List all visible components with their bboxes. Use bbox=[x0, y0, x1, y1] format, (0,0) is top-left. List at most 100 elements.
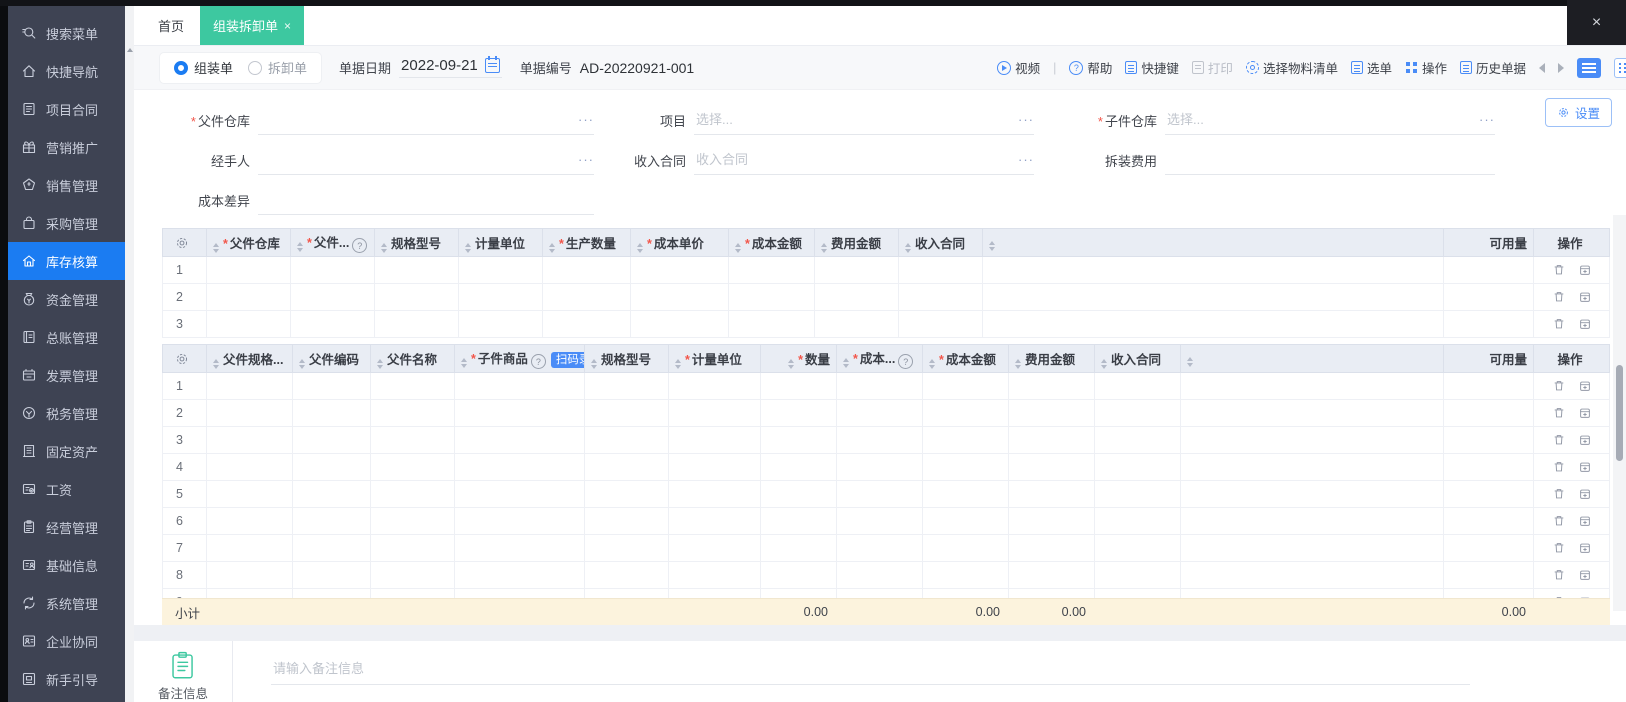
income-contract-input[interactable] bbox=[694, 151, 1014, 168]
grid-cell[interactable] bbox=[1008, 588, 1095, 598]
grid-cell[interactable] bbox=[290, 256, 375, 284]
add-row-icon[interactable] bbox=[1578, 595, 1592, 598]
grid-cell[interactable] bbox=[584, 399, 669, 427]
grid-cell[interactable] bbox=[922, 426, 1009, 454]
grid-cell[interactable] bbox=[584, 426, 669, 454]
grid-cell[interactable] bbox=[836, 480, 923, 508]
sidebar-item-funds[interactable]: 资金管理 bbox=[8, 280, 125, 318]
grid-cell[interactable] bbox=[290, 310, 375, 338]
sidebar-item-search[interactable]: 搜索菜单 bbox=[8, 14, 125, 52]
child-warehouse-input[interactable] bbox=[1165, 111, 1475, 128]
grid-cell[interactable] bbox=[458, 283, 543, 311]
add-row-icon[interactable] bbox=[1578, 263, 1592, 277]
radio-assemble[interactable]: 组装单 bbox=[174, 58, 233, 77]
history-docs-button[interactable]: 历史单据 bbox=[1459, 58, 1526, 77]
delete-icon[interactable] bbox=[1552, 460, 1566, 474]
grid-cell[interactable] bbox=[760, 561, 837, 589]
grid-cell[interactable] bbox=[292, 588, 371, 598]
print-button[interactable]: 打印 bbox=[1191, 58, 1233, 77]
grid-cell[interactable] bbox=[454, 588, 585, 598]
grid-cell[interactable] bbox=[374, 283, 459, 311]
grid-cell[interactable] bbox=[760, 507, 837, 535]
action-menu-button[interactable]: 操作 bbox=[1405, 58, 1447, 77]
grid-cell[interactable] bbox=[292, 480, 371, 508]
sidebar-item-basic-info[interactable]: 基础信息 bbox=[8, 546, 125, 584]
grid-cell[interactable] bbox=[836, 372, 923, 400]
grid-cell[interactable] bbox=[922, 480, 1009, 508]
scan-entry-button[interactable]: 扫码录入 bbox=[550, 351, 584, 368]
grid-cell[interactable] bbox=[630, 283, 729, 311]
delete-icon[interactable] bbox=[1552, 487, 1566, 501]
parent-warehouse-input[interactable] bbox=[258, 111, 574, 128]
hotkey-button[interactable]: 快捷键 bbox=[1125, 58, 1179, 77]
sort-icon[interactable] bbox=[591, 358, 597, 369]
grid-cell[interactable] bbox=[814, 256, 899, 284]
grid-cell[interactable] bbox=[1008, 453, 1095, 481]
grid-cell[interactable] bbox=[292, 507, 371, 535]
grid-cell[interactable] bbox=[760, 453, 837, 481]
grid-cell[interactable] bbox=[668, 426, 761, 454]
grid-cell[interactable] bbox=[370, 399, 455, 427]
grid-cell[interactable] bbox=[454, 507, 585, 535]
grid-cell[interactable] bbox=[206, 372, 293, 400]
sidebar-item-invoice[interactable]: 发票管理 bbox=[8, 356, 125, 394]
delete-icon[interactable] bbox=[1552, 433, 1566, 447]
grid-cell[interactable] bbox=[370, 372, 455, 400]
grid-cell[interactable] bbox=[668, 507, 761, 535]
grid-cell[interactable] bbox=[454, 561, 585, 589]
grid-cell[interactable] bbox=[370, 534, 455, 562]
grid-cell[interactable] bbox=[728, 256, 815, 284]
sort-icon[interactable] bbox=[821, 242, 827, 253]
select-bom-button[interactable]: 选择物料清单 bbox=[1245, 58, 1338, 77]
pick-doc-button[interactable]: 选单 bbox=[1350, 58, 1392, 77]
grid-cell[interactable] bbox=[922, 453, 1009, 481]
add-row-icon[interactable] bbox=[1578, 460, 1592, 474]
grid-cell[interactable] bbox=[542, 256, 631, 284]
grid-cell[interactable] bbox=[542, 310, 631, 338]
grid-cell[interactable] bbox=[760, 399, 837, 427]
doc-date-value[interactable]: 2022-09-21 bbox=[401, 57, 478, 74]
grid-cell[interactable] bbox=[922, 588, 1009, 598]
grid-cell[interactable] bbox=[584, 372, 669, 400]
grid-cell[interactable] bbox=[292, 453, 371, 481]
sort-icon[interactable] bbox=[213, 242, 219, 253]
grid-cell[interactable] bbox=[292, 399, 371, 427]
tab-close-icon[interactable]: × bbox=[284, 19, 291, 33]
sidebar-item-quick-nav[interactable]: 快捷导航 bbox=[8, 52, 125, 90]
grid-cell[interactable] bbox=[584, 453, 669, 481]
grid-cell[interactable] bbox=[454, 534, 585, 562]
grid-cell[interactable] bbox=[922, 561, 1009, 589]
column-settings-icon[interactable] bbox=[175, 236, 189, 250]
grid-cell[interactable] bbox=[1094, 426, 1181, 454]
sidebar-item-inventory-accounting[interactable]: 库存核算 bbox=[8, 242, 125, 280]
tab-assembly-disassembly[interactable]: 组装拆卸单 × bbox=[200, 6, 304, 45]
grid-cell[interactable] bbox=[898, 256, 983, 284]
delete-icon[interactable] bbox=[1552, 317, 1566, 331]
sort-icon[interactable] bbox=[788, 358, 795, 369]
grid-cell[interactable] bbox=[292, 534, 371, 562]
add-row-icon[interactable] bbox=[1578, 487, 1592, 501]
more-icon[interactable]: ··· bbox=[1475, 112, 1495, 127]
tab-home[interactable]: 首页 bbox=[142, 6, 200, 45]
grid-cell[interactable] bbox=[458, 256, 543, 284]
sort-icon[interactable] bbox=[377, 358, 383, 369]
add-row-icon[interactable] bbox=[1578, 541, 1592, 555]
sort-icon[interactable] bbox=[1101, 358, 1107, 369]
grid-cell[interactable] bbox=[922, 372, 1009, 400]
sidebar-item-general-ledger[interactable]: 总账管理 bbox=[8, 318, 125, 356]
grid-cell[interactable] bbox=[206, 256, 291, 284]
sort-icon[interactable] bbox=[735, 242, 741, 253]
grid-cell[interactable] bbox=[630, 310, 729, 338]
grid-cell[interactable] bbox=[206, 310, 291, 338]
grid-cell[interactable] bbox=[374, 256, 459, 284]
scroll-up-icon[interactable] bbox=[126, 48, 133, 52]
grid-cell[interactable] bbox=[290, 283, 375, 311]
grid-cell[interactable] bbox=[728, 310, 815, 338]
grid-cell[interactable] bbox=[206, 480, 293, 508]
delete-icon[interactable] bbox=[1552, 541, 1566, 555]
grid-cell[interactable] bbox=[454, 399, 585, 427]
sort-icon[interactable] bbox=[843, 357, 849, 368]
sort-icon[interactable] bbox=[929, 358, 935, 369]
delete-icon[interactable] bbox=[1552, 568, 1566, 582]
grid-cell[interactable] bbox=[668, 453, 761, 481]
